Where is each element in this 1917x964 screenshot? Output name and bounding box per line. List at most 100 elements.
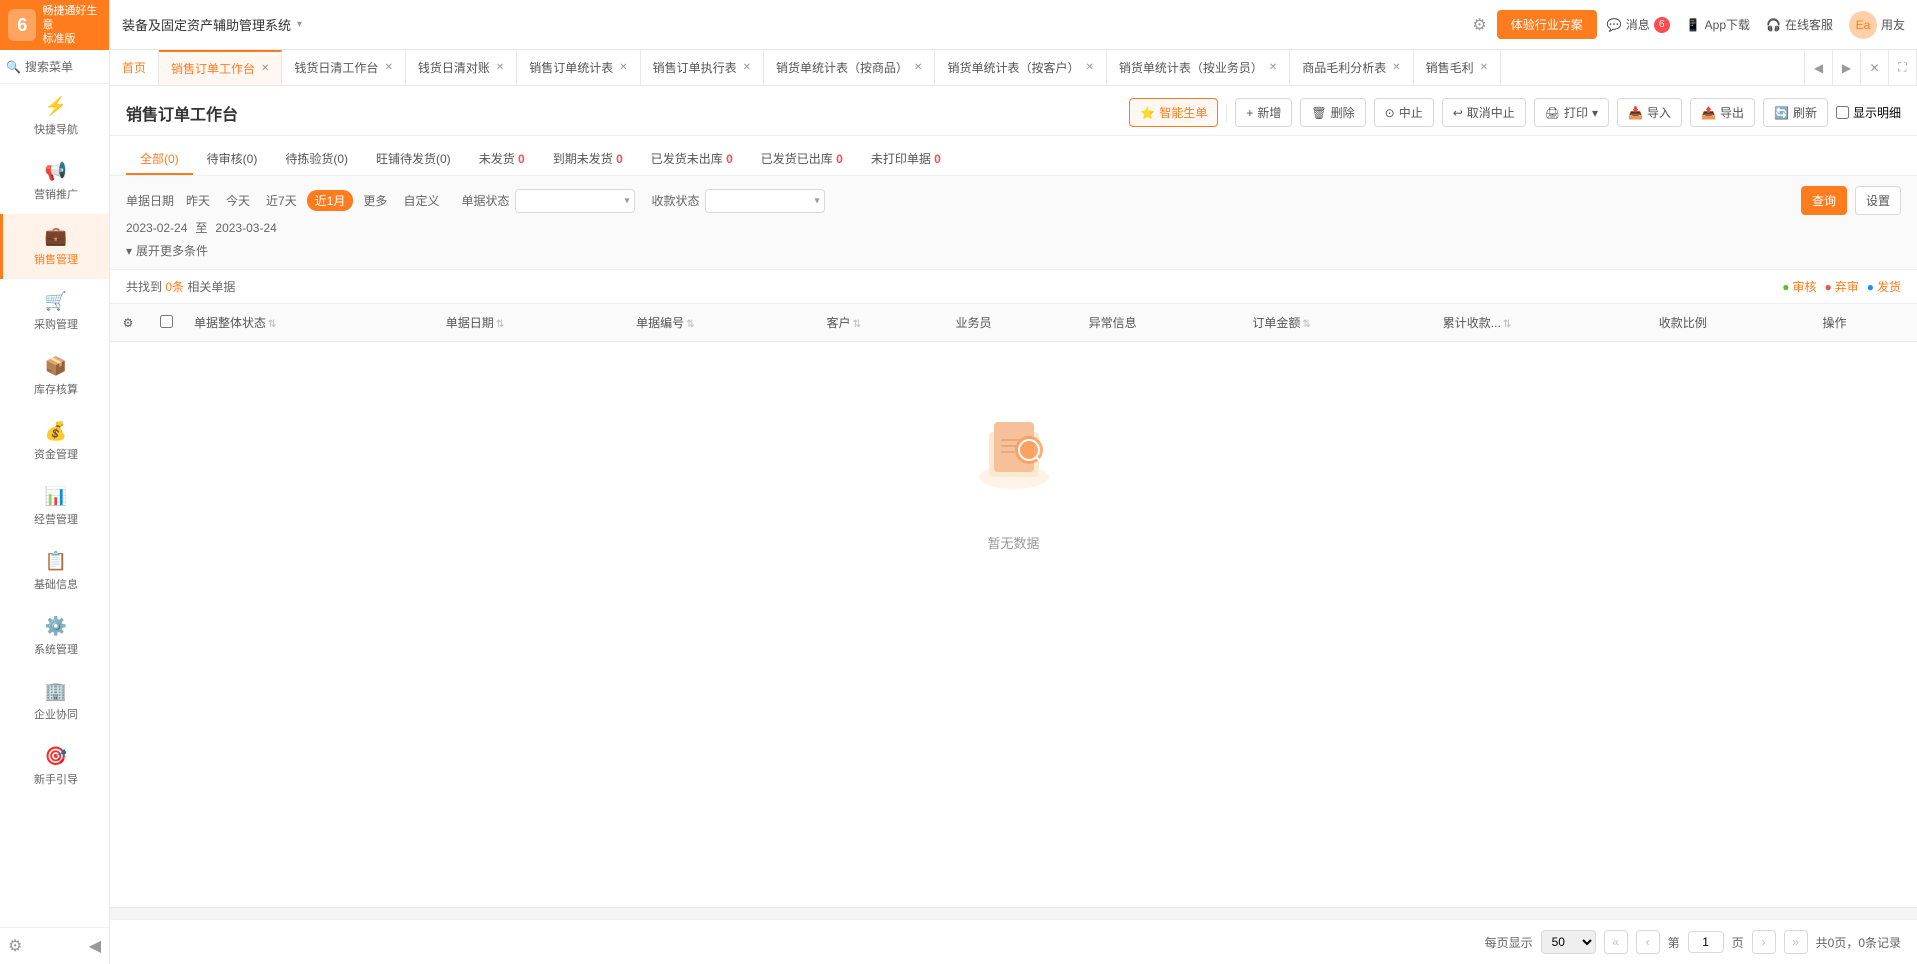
page-number-input[interactable] xyxy=(1688,931,1724,953)
page-size-select[interactable]: 20 50 100 xyxy=(1541,930,1596,954)
new-button[interactable]: + 新增 xyxy=(1235,98,1292,127)
tab-scroll-right[interactable]: ▶ xyxy=(1833,50,1861,86)
online-service-action[interactable]: 🎧 在线客服 xyxy=(1766,16,1833,33)
stop-button[interactable]: ⊙ 中止 xyxy=(1374,98,1434,127)
gear-button[interactable]: ⚙ xyxy=(1472,15,1486,35)
sidebar-item-basic[interactable]: 📋 基础信息 xyxy=(0,539,109,604)
smart-generate-button[interactable]: ⭐ 智能生单 xyxy=(1129,98,1218,127)
bottom-scroll[interactable] xyxy=(110,907,1917,919)
page-prev-button[interactable]: ‹ xyxy=(1636,930,1660,954)
tab-fullscreen[interactable]: ⛶ xyxy=(1889,50,1917,86)
unreview-button[interactable]: ● 弃审 xyxy=(1824,278,1858,295)
sidebar-item-finance[interactable]: 💰 资金管理 xyxy=(0,409,109,474)
sort-amount-icon[interactable]: ⇅ xyxy=(1302,319,1310,330)
tab-close-cash-daily[interactable]: ✕ xyxy=(384,62,392,73)
pagination: 每页显示 20 50 100 « ‹ 第 页 › » 共0页，0条记录 xyxy=(110,919,1917,964)
sidebar-item-purchase[interactable]: 🛒 采购管理 xyxy=(0,279,109,344)
page-container: 销售订单工作台 ⭐ 智能生单 + 新增 🗑 删除 xyxy=(110,86,1917,964)
filter-tab-shipped-out[interactable]: 已发货已出库 0 xyxy=(747,144,857,175)
filter-tab-unprinted[interactable]: 未打印单据 0 xyxy=(857,144,955,175)
delete-button[interactable]: 🗑 删除 xyxy=(1300,98,1365,127)
status-select[interactable] xyxy=(515,189,635,213)
export-button[interactable]: 📤 导出 xyxy=(1690,98,1755,127)
tab-sales-exec[interactable]: 销售订单执行表 ✕ xyxy=(641,50,764,86)
filter-tab-unshipped[interactable]: 未发货 0 xyxy=(465,144,539,175)
tab-cash-daily[interactable]: 钱货日清工作台 ✕ xyxy=(282,50,405,86)
page-first-button[interactable]: « xyxy=(1604,930,1628,954)
filter-tab-pending-review[interactable]: 待审核(0) xyxy=(193,144,272,175)
filter-tab-pending-inspect[interactable]: 待拣验货(0) xyxy=(271,144,362,175)
sort-number-icon[interactable]: ⇅ xyxy=(686,319,694,330)
payment-select[interactable] xyxy=(705,189,825,213)
select-all-checkbox[interactable] xyxy=(160,315,173,328)
query-button[interactable]: 查询 xyxy=(1801,186,1847,215)
page-last-button[interactable]: » xyxy=(1784,930,1808,954)
tab-sales-stat-product[interactable]: 销货单统计表（按商品） ✕ xyxy=(764,50,935,86)
sort-collected-icon[interactable]: ⇅ xyxy=(1503,319,1511,330)
message-action[interactable]: 💬 消息 6 xyxy=(1607,16,1670,33)
tab-sales-stat[interactable]: 销售订单统计表 ✕ xyxy=(517,50,640,86)
tab-close-sales-stat-customer[interactable]: ✕ xyxy=(1085,62,1093,73)
tab-close-sales-exec[interactable]: ✕ xyxy=(743,62,751,73)
tab-home[interactable]: 首页 xyxy=(110,50,159,86)
tab-close-sales-stat-staff[interactable]: ✕ xyxy=(1269,62,1277,73)
tab-close-sales-order[interactable]: ✕ xyxy=(261,63,269,74)
date-btn-yesterday[interactable]: 昨天 xyxy=(180,190,216,211)
ship-button[interactable]: ● 发货 xyxy=(1867,278,1901,295)
settings-button[interactable]: 设置 xyxy=(1855,186,1901,215)
sidebar-item-newbie[interactable]: 🎯 新手引导 xyxy=(0,734,109,799)
tab-sales-order[interactable]: 销售订单工作台 ✕ xyxy=(159,50,282,86)
tab-sales-stat-staff[interactable]: 销货单统计表（按业务员） ✕ xyxy=(1107,50,1290,86)
tab-scroll-left[interactable]: ◀ xyxy=(1805,50,1833,86)
th-check[interactable] xyxy=(146,304,186,342)
date-btn-1month[interactable]: 近1月 xyxy=(307,190,354,211)
sort-customer-icon[interactable]: ⇅ xyxy=(853,319,861,330)
filter-tab-wangpu-ship[interactable]: 旺铺待发货(0) xyxy=(362,144,465,175)
date-btn-more[interactable]: 更多 xyxy=(357,190,393,211)
tab-sales-stat-customer[interactable]: 销货单统计表（按客户） ✕ xyxy=(935,50,1106,86)
sort-status-icon[interactable]: ⇅ xyxy=(268,319,276,330)
sidebar-item-operation[interactable]: 📊 经营管理 xyxy=(0,474,109,539)
cancel-stop-button[interactable]: ↩ 取消中止 xyxy=(1442,98,1526,127)
sidebar-item-marketing[interactable]: 📢 营销推广 xyxy=(0,149,109,214)
date-btn-today[interactable]: 今天 xyxy=(220,190,256,211)
date-btn-custom[interactable]: 自定义 xyxy=(397,190,445,211)
search-menu[interactable]: 🔍 搜索菜单 xyxy=(0,50,109,84)
filter-tab-all[interactable]: 全部(0) xyxy=(126,144,193,175)
tab-sales-profit[interactable]: 销售毛利 ✕ xyxy=(1414,50,1501,86)
sort-date-icon[interactable]: ⇅ xyxy=(496,319,504,330)
page-next-button[interactable]: › xyxy=(1752,930,1776,954)
th-settings[interactable]: ⚙ xyxy=(110,304,146,342)
filter-tab-overdue[interactable]: 到期未发货 0 xyxy=(539,144,637,175)
refresh-button[interactable]: 🔄 刷新 xyxy=(1763,98,1828,127)
filter-tab-shipped-not-out[interactable]: 已发货未出库 0 xyxy=(637,144,747,175)
tab-close-sales-stat[interactable]: ✕ xyxy=(619,62,627,73)
sidebar-item-inventory[interactable]: 📦 库存核算 xyxy=(0,344,109,409)
tab-close-cash-reconcile[interactable]: ✕ xyxy=(496,62,504,73)
review-button[interactable]: ● 审核 xyxy=(1782,278,1816,295)
tab-close-margin-analysis[interactable]: ✕ xyxy=(1392,62,1400,73)
sidebar-item-sales[interactable]: 💼 销售管理 xyxy=(0,214,109,279)
sidebar-item-enterprise[interactable]: 🏢 企业协同 xyxy=(0,669,109,734)
tab-close-sales-profit[interactable]: ✕ xyxy=(1480,62,1488,73)
date-btn-7days[interactable]: 近7天 xyxy=(260,190,303,211)
show-detail-label[interactable]: 显示明细 xyxy=(1836,104,1901,121)
payment-select-wrapper xyxy=(705,189,825,213)
tab-close-all[interactable]: ✕ xyxy=(1861,50,1889,86)
expand-icon: ▾ xyxy=(126,244,132,258)
sidebar-item-system[interactable]: ⚙️ 系统管理 xyxy=(0,604,109,669)
tab-cash-reconcile[interactable]: 钱货日清对账 ✕ xyxy=(406,50,517,86)
user-action[interactable]: Ea 用友 xyxy=(1849,11,1905,39)
tab-nav-buttons: ◀ ▶ ✕ ⛶ xyxy=(1804,50,1917,86)
app-download-action[interactable]: 📱 App下载 xyxy=(1686,16,1750,33)
show-detail-checkbox[interactable] xyxy=(1836,106,1849,119)
tab-close-sales-stat-product[interactable]: ✕ xyxy=(914,62,922,73)
import-button[interactable]: 📥 导入 xyxy=(1617,98,1682,127)
sidebar-item-quick-nav[interactable]: ⚡ 快捷导航 xyxy=(0,84,109,149)
tab-margin-analysis[interactable]: 商品毛利分析表 ✕ xyxy=(1290,50,1413,86)
expand-conditions-button[interactable]: ▾ 展开更多条件 xyxy=(126,242,1901,259)
settings-icon[interactable]: ⚙ xyxy=(8,936,22,956)
industry-button[interactable]: 体验行业方案 xyxy=(1497,10,1597,39)
print-button[interactable]: 🖨 打印 ▾ xyxy=(1534,98,1609,127)
collapse-icon[interactable]: ◀ xyxy=(89,936,101,956)
